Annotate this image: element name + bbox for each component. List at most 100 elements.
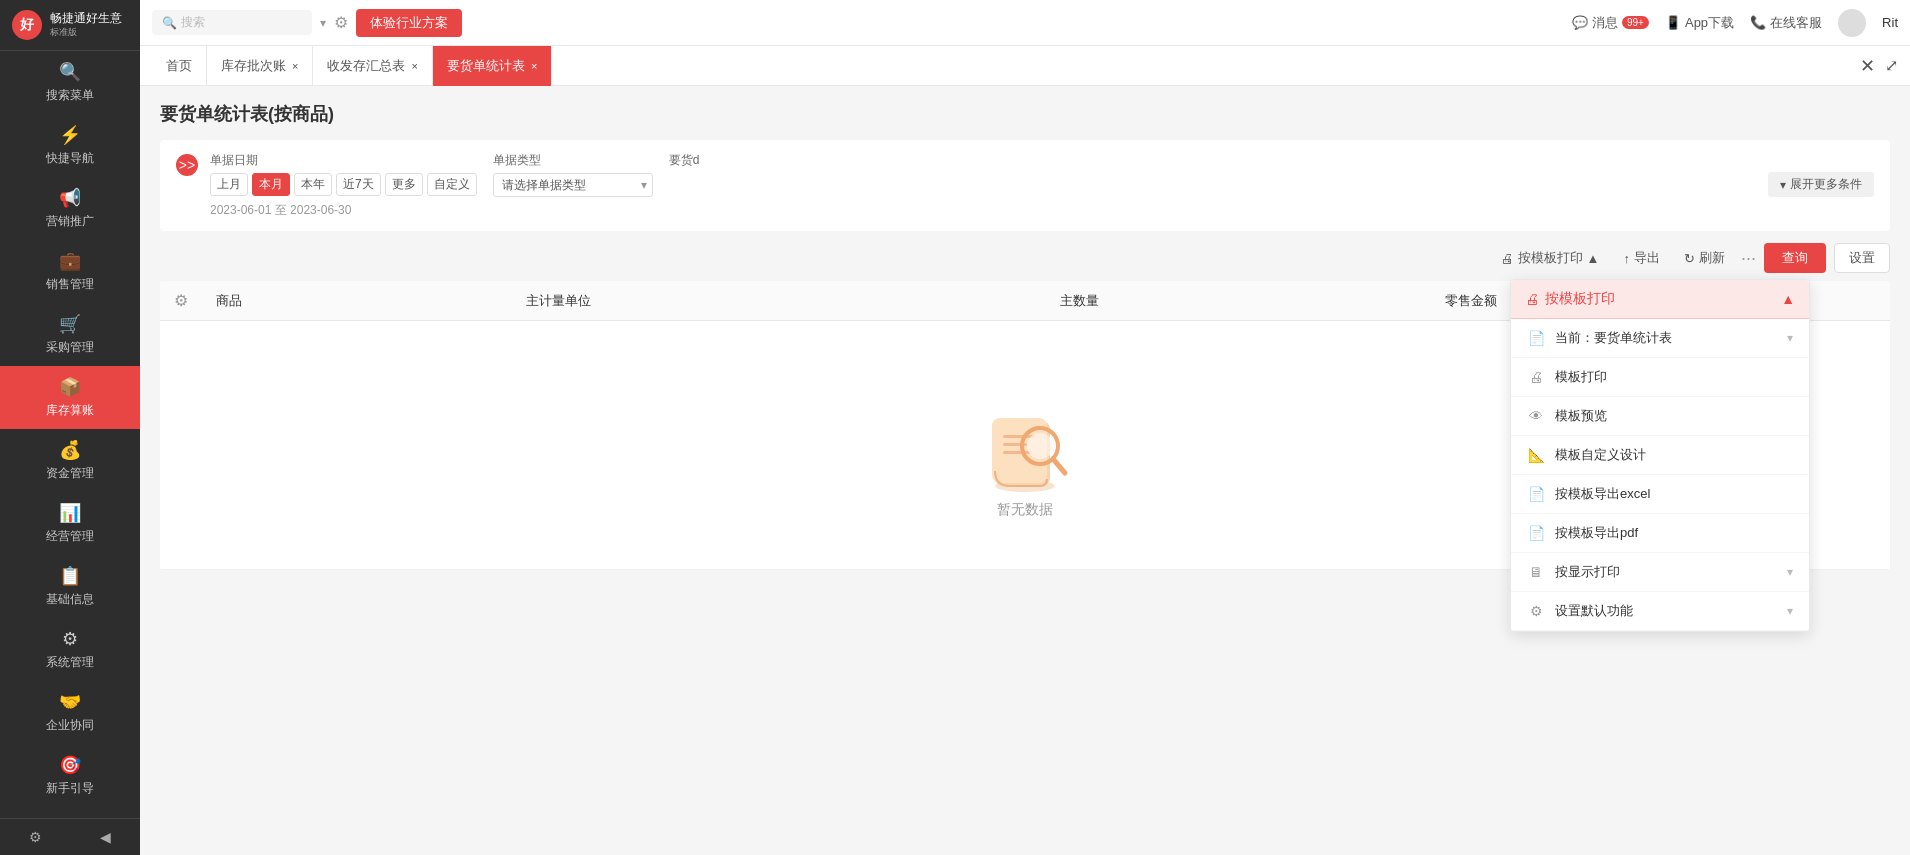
date-btn-custom[interactable]: 自定义	[427, 173, 477, 196]
sidebar-item-label: 库存算账	[46, 402, 94, 419]
app-download-item[interactable]: 📱 App下载	[1665, 14, 1734, 32]
settings-bottom-icon[interactable]: ⚙	[29, 829, 42, 845]
tab-order-stats-close[interactable]: ×	[531, 60, 537, 72]
sidebar-item-enterprise[interactable]: 🤝 企业协同	[0, 681, 140, 744]
sidebar-item-label: 企业协同	[46, 717, 94, 734]
template-print-item[interactable]: 🖨 模板打印	[1511, 358, 1809, 397]
export-button[interactable]: ↑ 导出	[1615, 245, 1668, 271]
message-item[interactable]: 💬 消息 99+	[1572, 14, 1649, 32]
purchase-icon: 🛒	[59, 313, 81, 335]
template-preview-label: 模板预览	[1555, 407, 1607, 425]
display-print-section[interactable]: 🖥 按显示打印 ▾	[1511, 553, 1809, 592]
tab-order-stats[interactable]: 要货单统计表 ×	[433, 46, 552, 86]
order-type-label: 单据类型	[493, 152, 653, 169]
template-preview-icon: 👁	[1527, 408, 1545, 424]
sidebar-item-marketing[interactable]: 📢 营销推广	[0, 177, 140, 240]
date-btn-more[interactable]: 更多	[385, 173, 423, 196]
operations-icon: 📊	[59, 502, 81, 524]
customer-service-item[interactable]: 📞 在线客服	[1750, 14, 1822, 32]
sidebar-item-purchase[interactable]: 🛒 采购管理	[0, 303, 140, 366]
tab-receivables-summary[interactable]: 收发存汇总表 ×	[313, 46, 432, 86]
date-btn-last-month[interactable]: 上月	[210, 173, 248, 196]
sidebar-item-label: 快捷导航	[46, 150, 94, 167]
user-avatar[interactable]	[1838, 9, 1866, 37]
printer-icon: 🖨	[1525, 291, 1539, 307]
date-range-text: 2023-06-01 至 2023-06-30	[210, 202, 477, 219]
inventory-icon: 📦	[59, 376, 81, 398]
set-default-section[interactable]: ⚙ 设置默认功能 ▾	[1511, 592, 1809, 631]
display-print-chevron: ▾	[1787, 565, 1793, 579]
sidebar-item-finance[interactable]: 💰 资金管理	[0, 429, 140, 492]
refresh-icon: ↻	[1684, 251, 1695, 266]
set-default-icon: ⚙	[1527, 603, 1545, 619]
tab-receivables-close[interactable]: ×	[411, 60, 417, 72]
settings-button[interactable]: 设置	[1834, 243, 1890, 273]
template-export-excel-item[interactable]: 📄 按模板导出excel	[1511, 475, 1809, 514]
sidebar-item-quick-nav[interactable]: ⚡ 快捷导航	[0, 114, 140, 177]
date-btn-this-year[interactable]: 本年	[294, 173, 332, 196]
date-btn-7days[interactable]: 近7天	[336, 173, 381, 196]
tabs-expand-icon[interactable]: ⤢	[1885, 56, 1898, 75]
trial-button[interactable]: 体验行业方案	[356, 9, 462, 37]
topbar-gear-icon[interactable]: ⚙	[334, 13, 348, 32]
finance-icon: 💰	[59, 439, 81, 461]
topbar-search[interactable]: 🔍 搜索	[152, 10, 312, 35]
more-actions-button[interactable]: ···	[1741, 248, 1756, 269]
message-icon: 💬	[1572, 15, 1588, 30]
app-name: 畅捷通好生意	[50, 11, 122, 27]
guide-icon: 🎯	[59, 754, 81, 776]
template-export-pdf-label: 按模板导出pdf	[1555, 524, 1638, 542]
filter-expand-button[interactable]: >>	[176, 154, 198, 176]
sidebar-item-guide[interactable]: 🎯 新手引导	[0, 744, 140, 807]
order-type-select[interactable]: 请选择单据类型	[493, 173, 653, 197]
tabs-bar: 首页 库存批次账 × 收发存汇总表 × 要货单统计表 × ✕ ⤢	[140, 46, 1910, 86]
template-export-pdf-icon: 📄	[1527, 525, 1545, 541]
app-badge: 标准版	[50, 26, 122, 39]
current-template-left: 📄 当前：要货单统计表	[1527, 329, 1672, 347]
sidebar-item-search[interactable]: 🔍 搜索菜单	[0, 51, 140, 114]
filter-bar: >> 单据日期 上月 本月 本年 近7天 更多 自定义 2023-06-01 至…	[160, 140, 1890, 231]
current-template-section[interactable]: 📄 当前：要货单统计表 ▾	[1511, 319, 1809, 358]
table-header-settings: ⚙	[160, 281, 202, 321]
logo-icon: 好	[12, 10, 42, 40]
export-label: 导出	[1634, 249, 1660, 267]
tab-home[interactable]: 首页	[152, 46, 207, 86]
print-button[interactable]: 🖨 按模板打印 ▲	[1493, 245, 1608, 271]
print-dropdown: 🖨 按模板打印 ▲ 📄 当前：要货单统计表 ▾ 🖨	[1510, 279, 1810, 632]
sales-icon: 💼	[59, 250, 81, 272]
customer-service-label: 在线客服	[1770, 14, 1822, 32]
sidebar-item-app-center[interactable]: 📱 应用中心	[0, 807, 140, 818]
template-custom-label: 模板自定义设计	[1555, 446, 1646, 464]
current-template-label: 当前：要货单统计表	[1555, 329, 1672, 347]
template-export-pdf-item[interactable]: 📄 按模板导出pdf	[1511, 514, 1809, 553]
date-btn-this-month[interactable]: 本月	[252, 173, 290, 196]
refresh-label: 刷新	[1699, 249, 1725, 267]
main-area: 🔍 搜索 ▾ ⚙ 体验行业方案 💬 消息 99+ 📱 App下载 📞 在线客服 …	[140, 0, 1910, 855]
sidebar-item-sales[interactable]: 💼 销售管理	[0, 240, 140, 303]
tabs-close-icon[interactable]: ✕	[1860, 55, 1875, 77]
template-custom-item[interactable]: 📐 模板自定义设计	[1511, 436, 1809, 475]
goods-label: 要货d	[669, 152, 700, 169]
sidebar-item-label: 资金管理	[46, 465, 94, 482]
search-placeholder: 搜索	[181, 14, 205, 31]
sidebar-item-basic-info[interactable]: 📋 基础信息	[0, 555, 140, 618]
topbar: 🔍 搜索 ▾ ⚙ 体验行业方案 💬 消息 99+ 📱 App下载 📞 在线客服 …	[140, 0, 1910, 46]
tab-inventory-batch[interactable]: 库存批次账 ×	[207, 46, 313, 86]
query-button[interactable]: 查询	[1764, 243, 1826, 273]
user-name[interactable]: Rit	[1882, 15, 1898, 30]
expand-more-button[interactable]: ▾ 展开更多条件	[1768, 172, 1874, 197]
collapse-icon[interactable]: ◀	[100, 829, 111, 845]
marketing-icon: 📢	[59, 187, 81, 209]
topbar-chevron-icon[interactable]: ▾	[320, 16, 326, 30]
date-buttons: 上月 本月 本年 近7天 更多 自定义	[210, 173, 477, 196]
tab-inventory-batch-close[interactable]: ×	[292, 60, 298, 72]
sidebar-item-inventory[interactable]: 📦 库存算账	[0, 366, 140, 429]
sidebar-item-operations[interactable]: 📊 经营管理	[0, 492, 140, 555]
tab-receivables-label: 收发存汇总表	[327, 57, 405, 75]
refresh-button[interactable]: ↻ 刷新	[1676, 245, 1733, 271]
sidebar-item-system[interactable]: ⚙ 系统管理	[0, 618, 140, 681]
template-preview-item[interactable]: 👁 模板预览	[1511, 397, 1809, 436]
column-settings-icon[interactable]: ⚙	[174, 292, 188, 309]
sidebar-nav: 🔍 搜索菜单 ⚡ 快捷导航 📢 营销推广 💼 销售管理 🛒 采购管理 📦 库存算…	[0, 51, 140, 818]
print-dropdown-collapse-button[interactable]: ▲	[1781, 291, 1795, 307]
